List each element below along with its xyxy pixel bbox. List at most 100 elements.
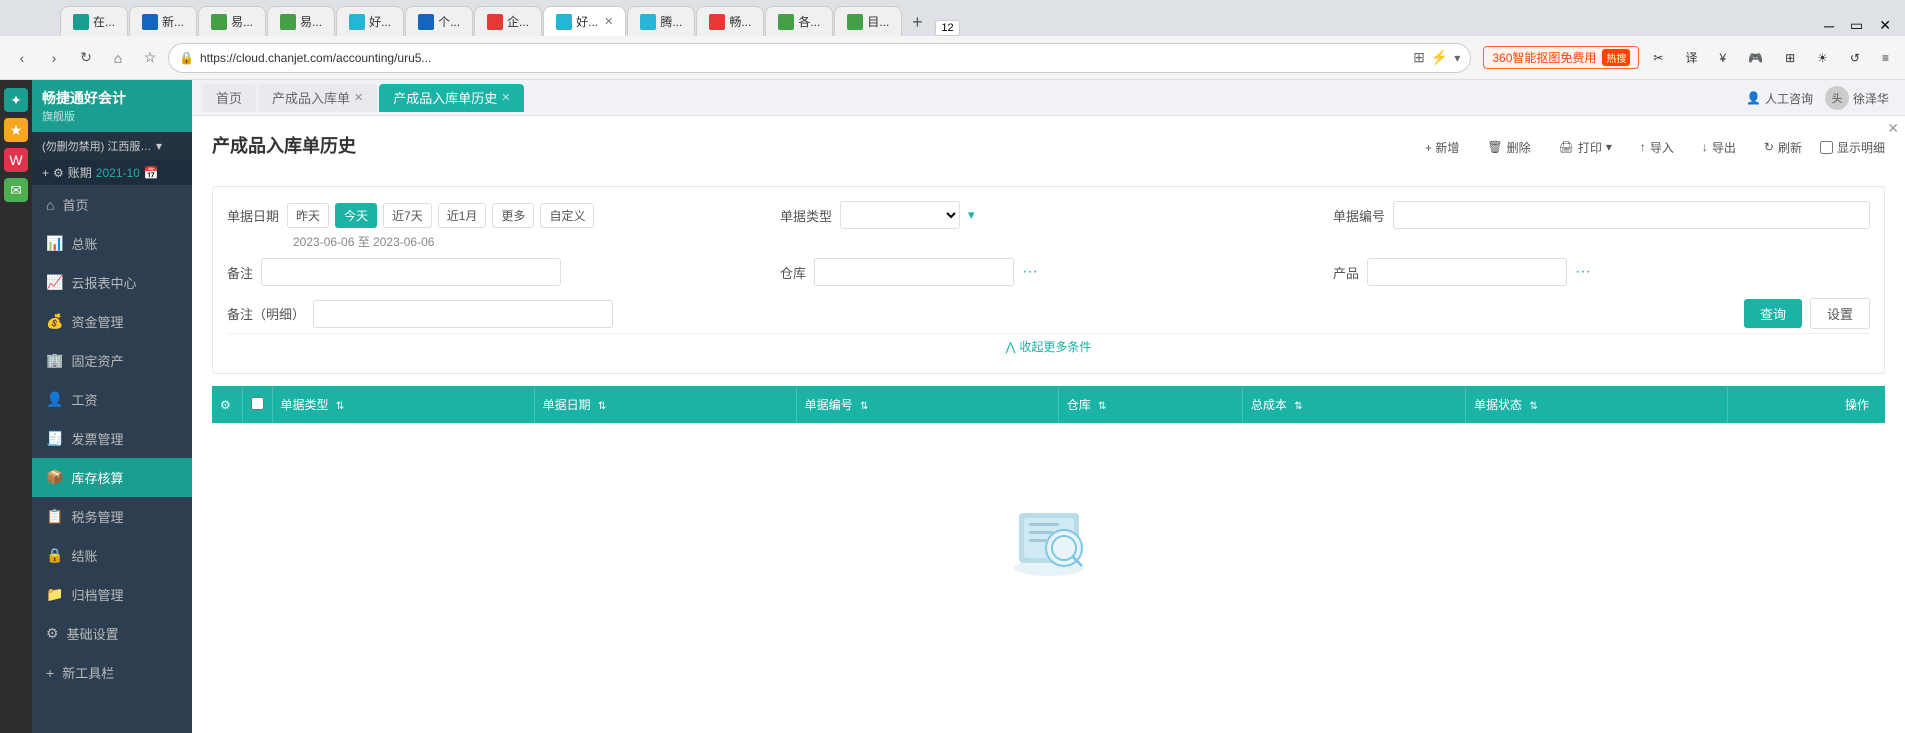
product-input[interactable]	[1367, 258, 1567, 286]
restore-button[interactable]: ▭	[1844, 15, 1869, 36]
new-btn[interactable]: + 新增	[1415, 134, 1469, 161]
bookmark-button[interactable]: ☆	[136, 44, 164, 72]
sidebar-item-payroll[interactable]: 👤 工资	[32, 380, 192, 419]
sidebar-item-report[interactable]: 📈 云报表中心	[32, 263, 192, 302]
user-name[interactable]: 头 徐泽华	[1825, 86, 1889, 110]
settings-query-btn[interactable]: 设置	[1810, 298, 1870, 329]
query-btn[interactable]: 查询	[1744, 299, 1802, 328]
lightning-icon[interactable]: ⚡	[1431, 49, 1448, 66]
display-detail-checkbox[interactable]	[1820, 141, 1833, 154]
extensions-icon[interactable]: ⊞	[1413, 49, 1425, 66]
sidebar-item-closing[interactable]: 🔒 结账	[32, 536, 192, 575]
sidebar-icon-2[interactable]: W	[4, 148, 28, 172]
refresh-btn[interactable]: ↻ 刷新	[1754, 134, 1812, 161]
sidebar-item-new-tool[interactable]: + 新工具栏	[32, 653, 192, 692]
col-status-header[interactable]: 单据状态 ⇅	[1465, 386, 1727, 423]
delete-btn[interactable]: 🗑 删除	[1477, 134, 1540, 161]
type-select[interactable]	[840, 201, 960, 229]
tab-close-8[interactable]: ✕	[604, 15, 613, 28]
scissors-toolbar[interactable]: ✂	[1645, 44, 1671, 72]
address-bar[interactable]: 🔒 https://cloud.chanjet.com/accounting/u…	[168, 43, 1471, 73]
game-btn[interactable]: 🎮	[1740, 44, 1771, 72]
sidebar-company[interactable]: (勿删勿禁用) 江西服宝测试专用 ▾	[32, 132, 192, 160]
sidebar-item-fixed[interactable]: 🏢 固定资产	[32, 341, 192, 380]
app-logo[interactable]: ✦	[4, 88, 28, 112]
sidebar-icon-1[interactable]: ★	[4, 118, 28, 142]
import-btn[interactable]: ↑ 导入	[1630, 134, 1684, 161]
sidebar-item-archive[interactable]: 📁 归档管理	[32, 575, 192, 614]
tab-3[interactable]: 易...	[198, 6, 266, 36]
warehouse-dots-btn[interactable]: ···	[1022, 263, 1038, 281]
search-label: 360智能抠图免费用	[1492, 49, 1596, 66]
col-gear-header[interactable]: ⚙	[212, 386, 242, 423]
tab-4[interactable]: 易...	[267, 6, 335, 36]
sidebar-item-settings[interactable]: ⚙ 基础设置	[32, 614, 192, 653]
page-tab-inventory-list[interactable]: 产成品入库单 ✕	[258, 84, 377, 112]
tab-2[interactable]: 新...	[129, 6, 197, 36]
new-tab-button[interactable]: +	[903, 8, 931, 36]
product-dots-btn[interactable]: ···	[1575, 263, 1591, 281]
tab-5[interactable]: 好...	[336, 6, 404, 36]
settings-icon-sidebar[interactable]: ⚙	[53, 166, 64, 180]
page-tab-inventory-history[interactable]: 产成品入库单历史 ✕	[379, 84, 524, 112]
sidebar-item-inventory[interactable]: 📦 库存核算	[32, 458, 192, 497]
remark-input[interactable]	[261, 258, 561, 286]
search-360[interactable]: 360智能抠图免费用 热搜	[1483, 46, 1639, 69]
address-dropdown-icon[interactable]: ▾	[1454, 51, 1460, 65]
panel-close-btn[interactable]: ✕	[1881, 116, 1905, 141]
number-input[interactable]	[1393, 201, 1870, 229]
export-btn[interactable]: ↓ 导出	[1692, 134, 1746, 161]
translate-btn[interactable]: 译	[1677, 44, 1705, 72]
sidebar-item-ledger[interactable]: 📊 总账	[32, 224, 192, 263]
yesterday-btn[interactable]: 昨天	[287, 203, 329, 228]
tab-9[interactable]: 腾...	[627, 6, 695, 36]
col-check-header[interactable]	[242, 386, 272, 423]
sidebar-item-tax[interactable]: 📋 税务管理	[32, 497, 192, 536]
close-browser-button[interactable]: ✕	[1873, 15, 1897, 36]
display-detail-toggle[interactable]: 显示明细	[1820, 139, 1885, 156]
last7-btn[interactable]: 近7天	[383, 203, 432, 228]
tab-close-inventory-list[interactable]: ✕	[354, 91, 363, 104]
col-type-header[interactable]: 单据类型 ⇅	[272, 386, 534, 423]
tab-12[interactable]: 目...	[834, 6, 902, 36]
col-warehouse-header[interactable]: 仓库 ⇅	[1058, 386, 1242, 423]
page-tab-home[interactable]: 首页	[202, 84, 256, 112]
more-btn[interactable]: 更多	[492, 203, 534, 228]
home-browser-button[interactable]: ⌂	[104, 44, 132, 72]
tab-label-11: 各...	[798, 13, 820, 30]
tab-1[interactable]: 在...	[60, 6, 128, 36]
sidebar-icon-3[interactable]: ✉	[4, 178, 28, 202]
grid-btn[interactable]: ⊞	[1777, 44, 1803, 72]
custom-btn[interactable]: 自定义	[540, 203, 594, 228]
tab-8[interactable]: 好... ✕	[543, 6, 626, 36]
detail-remark-input[interactable]	[313, 300, 613, 328]
col-number-header[interactable]: 单据编号 ⇅	[796, 386, 1058, 423]
calendar-icon[interactable]: 📅	[144, 166, 159, 180]
print-btn[interactable]: 🖨 打印 ▾	[1549, 134, 1622, 161]
collapse-btn[interactable]: ⋀ 收起更多条件	[227, 333, 1870, 359]
tab-11[interactable]: 各...	[765, 6, 833, 36]
theme-btn[interactable]: ☀	[1809, 44, 1836, 72]
today-btn[interactable]: 今天	[335, 203, 377, 228]
sidebar-item-invoice[interactable]: 🧾 发票管理	[32, 419, 192, 458]
warehouse-input[interactable]	[814, 258, 1014, 286]
refresh-browser-button[interactable]: ↻	[72, 44, 100, 72]
col-cost-header[interactable]: 总成本 ⇅	[1242, 386, 1465, 423]
sidebar-item-fund[interactable]: 💰 资金管理	[32, 302, 192, 341]
back-button[interactable]: ‹	[8, 44, 36, 72]
tab-7[interactable]: 企...	[474, 6, 542, 36]
tab-10[interactable]: 畅...	[696, 6, 764, 36]
minimize-button[interactable]: ─	[1818, 16, 1840, 36]
add-icon[interactable]: +	[42, 166, 49, 180]
tab-close-inventory-history[interactable]: ✕	[501, 91, 510, 104]
last-month-btn[interactable]: 近1月	[438, 203, 487, 228]
browser-menu-btn[interactable]: ≡	[1874, 44, 1897, 72]
col-date-header[interactable]: 单据日期 ⇅	[534, 386, 796, 423]
yuan-btn[interactable]: ¥	[1711, 44, 1734, 72]
human-service-btn[interactable]: 👤 人工咨询	[1746, 90, 1813, 107]
sidebar-item-home[interactable]: ⌂ 首页	[32, 185, 192, 224]
undo-btn[interactable]: ↺	[1842, 44, 1868, 72]
forward-button[interactable]: ›	[40, 44, 68, 72]
select-all-checkbox[interactable]	[251, 397, 264, 410]
tab-6[interactable]: 个...	[405, 6, 473, 36]
